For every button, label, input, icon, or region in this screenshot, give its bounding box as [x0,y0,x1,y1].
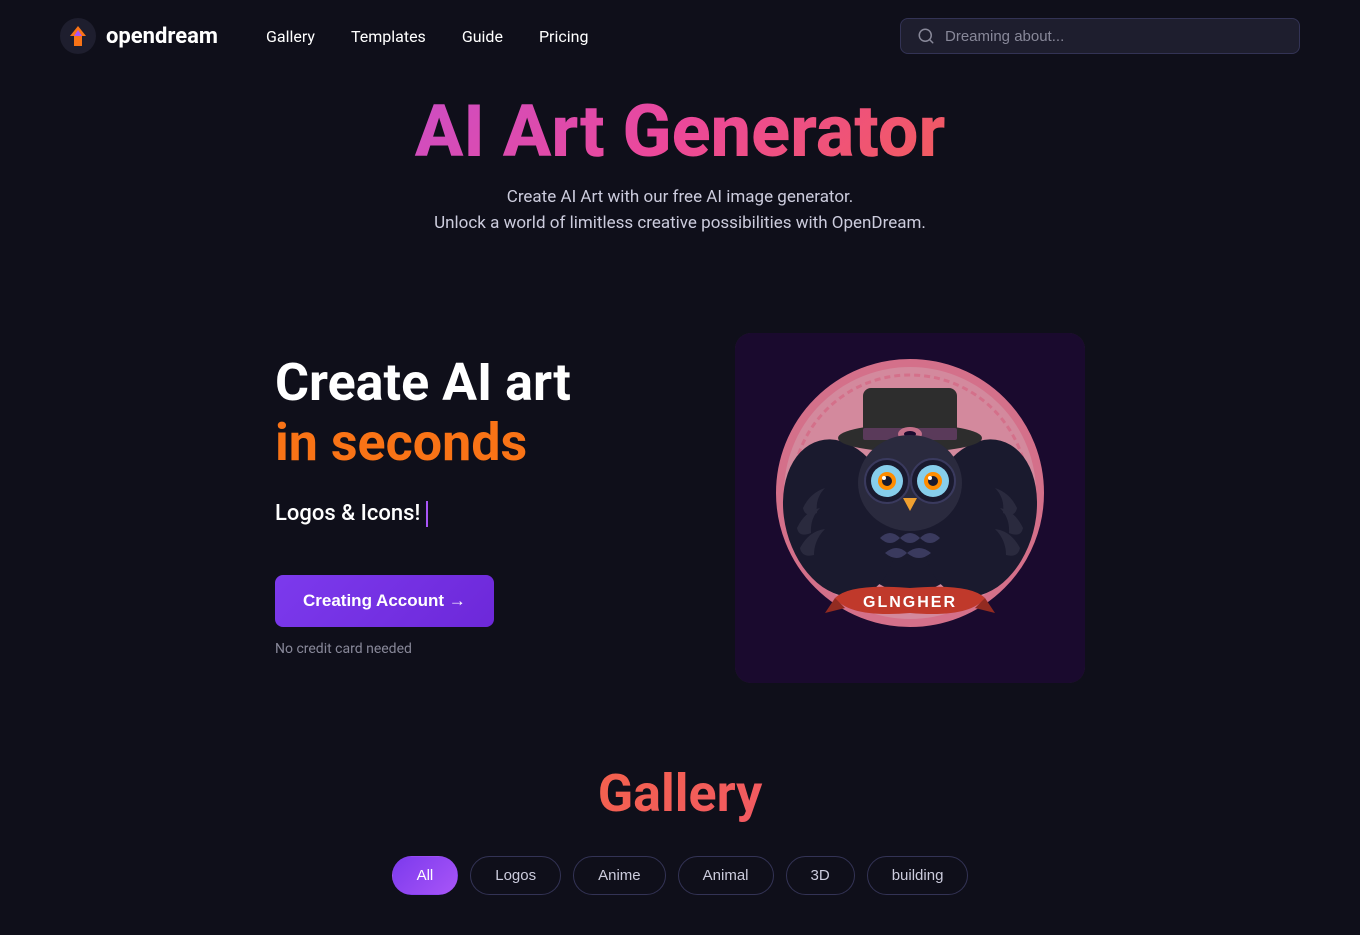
hero-section: AI Art Generator Create AI Art with our … [0,72,1360,313]
create-title-line1: Create AI art [275,353,655,413]
hero-title: AI Art Generator [60,92,1300,171]
gallery-title: Gallery [60,763,1300,824]
creating-account-button[interactable]: Creating Account → [275,575,494,627]
left-content: Create AI art in seconds Logos & Icons! … [275,333,655,657]
hero-subtitle2: Unlock a world of limitless creative pos… [60,213,1300,233]
cta-area: Creating Account → No credit card needed [275,575,655,657]
filter-anime[interactable]: Anime [573,856,666,895]
filter-building[interactable]: building [867,856,969,895]
hero-subtitle: Create AI Art with our free AI image gen… [60,187,1300,207]
logo-icon [60,18,96,54]
nav-link-pricing[interactable]: Pricing [539,27,589,46]
nav-link-templates[interactable]: Templates [351,27,426,46]
nav-links: Gallery Templates Guide Pricing [266,27,588,46]
gallery-section: Gallery All Logos Anime Animal 3D buildi… [0,763,1360,935]
search-bar[interactable] [900,18,1300,54]
hero-image: GLNGHER [735,333,1085,683]
nav-link-guide[interactable]: Guide [462,27,503,46]
cursor-blink [426,501,428,527]
gallery-filters: All Logos Anime Animal 3D building [60,856,1300,895]
nav-link-gallery[interactable]: Gallery [266,27,315,46]
no-credit-text: No credit card needed [275,641,655,657]
navbar-left: opendream Gallery Templates Guide Pricin… [60,18,588,54]
search-icon [917,27,935,45]
filter-animal[interactable]: Animal [678,856,774,895]
search-input[interactable] [945,28,1283,45]
owl-illustration: GLNGHER [735,333,1085,683]
svg-text:GLNGHER: GLNGHER [863,594,957,611]
filter-logos[interactable]: Logos [470,856,561,895]
filter-3d[interactable]: 3D [786,856,855,895]
navbar: opendream Gallery Templates Guide Pricin… [0,0,1360,72]
category-label: Logos & Icons! [275,501,420,526]
main-content: Create AI art in seconds Logos & Icons! … [0,313,1360,703]
create-title-line2: in seconds [275,413,655,473]
logo[interactable]: opendream [60,18,218,54]
logo-text: opendream [106,24,218,49]
filter-all[interactable]: All [392,856,459,895]
category-text: Logos & Icons! [275,501,655,527]
